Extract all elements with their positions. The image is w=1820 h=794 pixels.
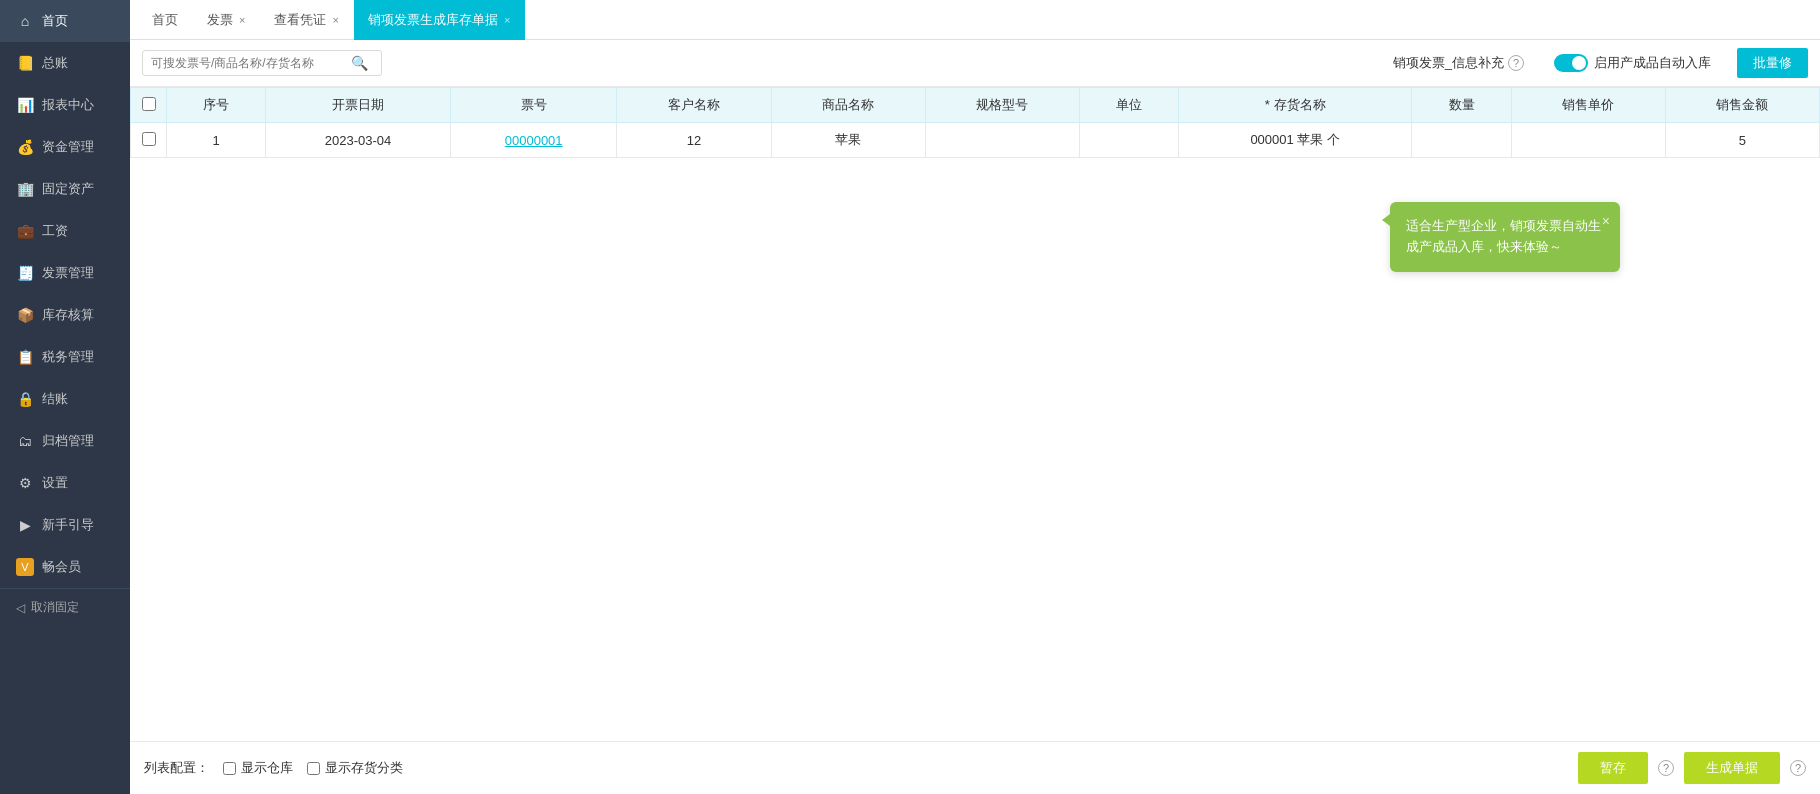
tab-stock-doc[interactable]: 销项发票生成库存单据 ×: [354, 0, 525, 40]
row-ticket-no[interactable]: 00000001: [450, 123, 616, 158]
row-stock-name: 000001 苹果 个: [1178, 123, 1412, 158]
reports-icon: 📊: [16, 96, 34, 114]
row-checkbox-cell: [131, 123, 167, 158]
col-stock-name: * 存货名称: [1178, 88, 1412, 123]
toggle-label: 启用产成品自动入库: [1554, 54, 1711, 72]
sidebar: ⌂ 首页 📒 总账 📊 报表中心 💰 资金管理 🏢 固定资产 💼 工资 🧾 发票…: [0, 0, 130, 794]
ledger-icon: 📒: [16, 54, 34, 72]
show-warehouse-checkbox[interactable]: [223, 762, 236, 775]
sidebar-item-archive[interactable]: 🗂 归档管理: [0, 420, 130, 462]
footer-actions: 暂存 ? 生成单据 ?: [1578, 752, 1806, 784]
col-unit: 单位: [1079, 88, 1178, 123]
content-area: 🔍 销项发票_信息补充 ? 启用产成品自动入库 批量修 序: [130, 40, 1820, 794]
col-customer: 客户名称: [617, 88, 771, 123]
row-seq: 1: [167, 123, 266, 158]
footer-bar: 列表配置： 显示仓库 显示存货分类 暂存 ? 生成单据 ?: [130, 741, 1820, 794]
col-product-name: 商品名称: [771, 88, 925, 123]
col-ticket-no: 票号: [450, 88, 616, 123]
col-qty: 数量: [1412, 88, 1511, 123]
tax-icon: 📋: [16, 348, 34, 366]
tab-stock-doc-close[interactable]: ×: [504, 14, 510, 26]
tab-invoice-close[interactable]: ×: [239, 14, 245, 26]
generate-button[interactable]: 生成单据: [1684, 752, 1780, 784]
sidebar-item-vip[interactable]: V 畅会员: [0, 546, 130, 588]
show-category-checkbox[interactable]: [307, 762, 320, 775]
inventory-icon: 📦: [16, 306, 34, 324]
row-date: 2023-03-04: [266, 123, 451, 158]
col-seq: 序号: [167, 88, 266, 123]
info-help-icon[interactable]: ?: [1508, 55, 1524, 71]
row-qty: [1412, 123, 1511, 158]
funds-icon: 💰: [16, 138, 34, 156]
save-button[interactable]: 暂存: [1578, 752, 1648, 784]
sidebar-item-invoice[interactable]: 🧾 发票管理: [0, 252, 130, 294]
col-date: 开票日期: [266, 88, 451, 123]
row-checkbox[interactable]: [142, 132, 156, 146]
list-config-label: 列表配置：: [144, 759, 209, 777]
vip-icon: V: [16, 558, 34, 576]
search-icon[interactable]: 🔍: [351, 55, 368, 71]
info-label: 销项发票_信息补充 ?: [1393, 54, 1524, 72]
sidebar-item-assets[interactable]: 🏢 固定资产: [0, 168, 130, 210]
guide-icon: ▶: [16, 516, 34, 534]
pin-icon: ◁: [16, 601, 25, 615]
show-warehouse-item: 显示仓库: [223, 759, 293, 777]
tab-invoice[interactable]: 发票 ×: [193, 0, 260, 40]
tab-home[interactable]: 首页: [138, 0, 193, 40]
sidebar-item-payroll[interactable]: 💼 工资: [0, 210, 130, 252]
col-amount: 销售金额: [1665, 88, 1819, 123]
auto-warehouse-toggle[interactable]: [1554, 54, 1588, 72]
row-unit: [1079, 123, 1178, 158]
settings-icon: ⚙: [16, 474, 34, 492]
col-spec: 规格型号: [925, 88, 1079, 123]
toolbar: 🔍 销项发票_信息补充 ? 启用产成品自动入库 批量修: [130, 40, 1820, 87]
row-spec: [925, 123, 1079, 158]
sidebar-item-reports[interactable]: 📊 报表中心: [0, 84, 130, 126]
tooltip-close-btn[interactable]: ×: [1602, 210, 1610, 232]
show-category-item: 显示存货分类: [307, 759, 403, 777]
payroll-icon: 💼: [16, 222, 34, 240]
col-unit-price: 销售单价: [1511, 88, 1665, 123]
save-help-icon[interactable]: ?: [1658, 760, 1674, 776]
sidebar-item-tax[interactable]: 📋 税务管理: [0, 336, 130, 378]
sidebar-item-settings[interactable]: ⚙ 设置: [0, 462, 130, 504]
sidebar-item-guide[interactable]: ▶ 新手引导: [0, 504, 130, 546]
generate-help-icon[interactable]: ?: [1790, 760, 1806, 776]
search-input[interactable]: [151, 56, 351, 70]
search-box[interactable]: 🔍: [142, 50, 382, 76]
row-unit-price: [1511, 123, 1665, 158]
sidebar-item-home[interactable]: ⌂ 首页: [0, 0, 130, 42]
sidebar-item-closing[interactable]: 🔒 结账: [0, 378, 130, 420]
row-customer: 12: [617, 123, 771, 158]
closing-icon: 🔒: [16, 390, 34, 408]
tooltip-box: × 适合生产型企业，销项发票自动生成产成品入库，快来体验～: [1390, 202, 1620, 272]
table-header-row: 序号 开票日期 票号 客户名称 商品名称 规格型号 单位 * 存货名称 数量 销…: [131, 88, 1820, 123]
sidebar-item-inventory[interactable]: 📦 库存核算: [0, 294, 130, 336]
tab-bar: 首页 发票 × 查看凭证 × 销项发票生成库存单据 ×: [130, 0, 1820, 40]
main-area: 首页 发票 × 查看凭证 × 销项发票生成库存单据 × 🔍 销项发票_信息补充 …: [130, 0, 1820, 794]
sidebar-item-funds[interactable]: 💰 资金管理: [0, 126, 130, 168]
batch-button[interactable]: 批量修: [1737, 48, 1808, 78]
row-product-name: 苹果: [771, 123, 925, 158]
tab-voucher[interactable]: 查看凭证 ×: [260, 0, 353, 40]
sidebar-item-ledger[interactable]: 📒 总账: [0, 42, 130, 84]
data-table: 序号 开票日期 票号 客户名称 商品名称 规格型号 单位 * 存货名称 数量 销…: [130, 87, 1820, 158]
assets-icon: 🏢: [16, 180, 34, 198]
archive-icon: 🗂: [16, 432, 34, 450]
tab-voucher-close[interactable]: ×: [332, 14, 338, 26]
col-checkbox: [131, 88, 167, 123]
select-all-checkbox[interactable]: [142, 97, 156, 111]
home-icon: ⌂: [16, 12, 34, 30]
table-wrapper: 序号 开票日期 票号 客户名称 商品名称 规格型号 单位 * 存货名称 数量 销…: [130, 87, 1820, 741]
row-amount: 5: [1665, 123, 1819, 158]
pin-button[interactable]: ◁ 取消固定: [0, 588, 130, 626]
table-row: 1 2023-03-04 00000001 12 苹果 000001 苹果 个 …: [131, 123, 1820, 158]
invoice-icon: 🧾: [16, 264, 34, 282]
